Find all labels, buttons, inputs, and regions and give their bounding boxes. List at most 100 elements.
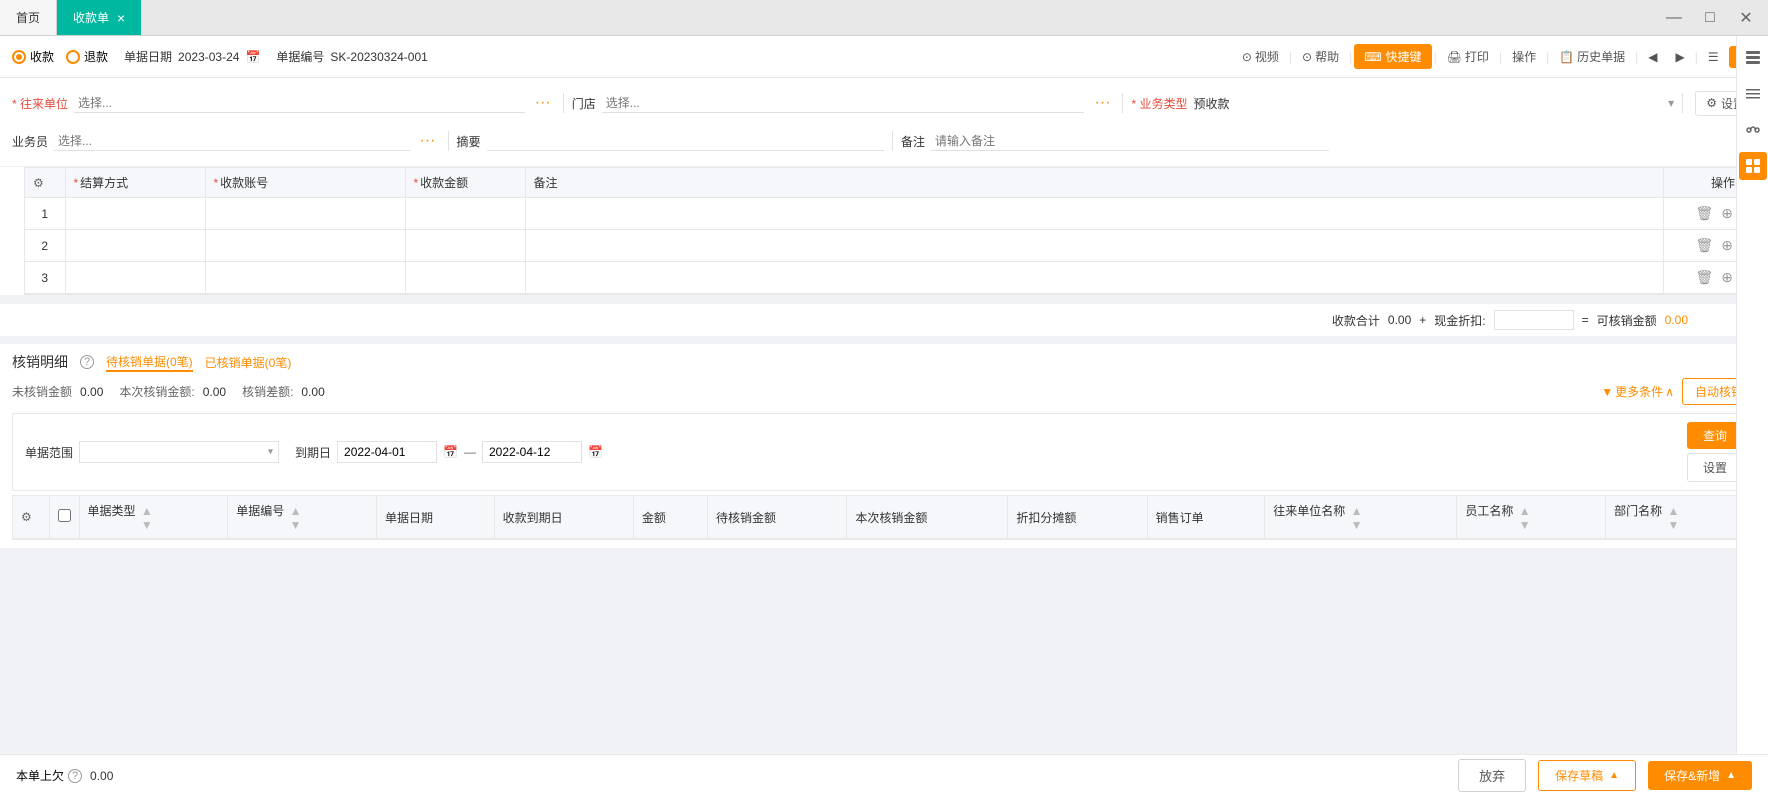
row-delete-icon-1[interactable]: 🗑 [1693, 203, 1715, 224]
remark-input[interactable] [931, 132, 1328, 151]
staff-more-icon[interactable]: ··· [416, 132, 440, 150]
row-remark-3[interactable] [525, 262, 1663, 294]
list-view-button[interactable]: ☰ [1700, 46, 1727, 68]
keyboard-icon: ⌨ [1364, 50, 1381, 64]
save-new-button[interactable]: 保存&新增 ▲ [1648, 761, 1752, 790]
due-date-field: 到期日 📅 — 📅 [295, 441, 603, 463]
row-copy-icon-2[interactable]: ⊕ [1719, 235, 1735, 256]
operate-button[interactable]: 操作 [1504, 44, 1544, 69]
bottom-bar: 本单上欠 ? 0.00 放弃 保存草稿 ▲ 保存&新增 ▲ [0, 754, 1768, 796]
hx-tab-pending[interactable]: 待核销单据(0笔) [106, 353, 193, 372]
shop-field: 门店 ··· [572, 91, 1115, 116]
shortcuts-button[interactable]: ⌨ 快捷键 [1354, 44, 1431, 69]
row-amount-2[interactable] [405, 230, 525, 262]
save-draft-arrow-icon[interactable]: ▲ [1609, 770, 1619, 781]
row-amount-3[interactable] [405, 262, 525, 294]
row-settle-1[interactable] [65, 198, 205, 230]
doc-range-select[interactable] [79, 441, 279, 463]
calendar-icon[interactable]: 📅 [245, 50, 260, 64]
tab-close-icon[interactable]: × [117, 10, 125, 26]
remark-label: 备注 [901, 133, 925, 150]
row-amount-1[interactable] [405, 198, 525, 230]
sidebar-icon-1[interactable] [1739, 44, 1767, 72]
counterpart-more-icon[interactable]: ··· [531, 94, 555, 112]
radio-refund[interactable]: 退款 [66, 48, 108, 65]
sidebar-icon-3[interactable] [1739, 116, 1767, 144]
more-conditions-button[interactable]: ▼ 更多条件 ∧ [1601, 383, 1674, 400]
minimize-button[interactable]: — [1660, 4, 1688, 32]
sidebar-icon-2[interactable] [1739, 80, 1767, 108]
col-action-header: 操作 [1663, 168, 1743, 198]
plus-icon: + [1419, 313, 1426, 327]
bottom-info-icon[interactable]: ? [68, 769, 82, 783]
sidebar-icon-4[interactable] [1739, 152, 1767, 180]
radio-receipt-label: 收款 [30, 48, 54, 65]
nav-right-button[interactable]: ▶ [1668, 46, 1693, 68]
col-pending-header: 待核销金额 [708, 496, 847, 539]
save-new-arrow-icon[interactable]: ▲ [1726, 770, 1736, 781]
counterpart-field: * 往来单位 ··· [12, 91, 555, 116]
bottom-value: 0.00 [90, 769, 113, 783]
col-type-header: 单据类型 ▲▼ [79, 496, 228, 539]
detail-settings-button[interactable]: 设置 [1687, 453, 1743, 482]
home-tab-label: 首页 [16, 9, 40, 26]
row-account-1[interactable] [205, 198, 405, 230]
calendar-to-icon[interactable]: 📅 [588, 445, 603, 459]
summary-input[interactable] [487, 132, 884, 151]
nav-left-button[interactable]: ◀ [1640, 46, 1665, 68]
staff-label: 业务员 [12, 133, 48, 150]
row-copy-icon-1[interactable]: ⊕ [1719, 203, 1735, 224]
current-verify-amount: 本次核销金额: 0.00 [119, 383, 226, 400]
table-row: 2 🗑 ⊕ [25, 230, 1743, 262]
summary-label: 摘要 [457, 133, 481, 150]
row-copy-icon-3[interactable]: ⊕ [1719, 267, 1735, 288]
staff-field: 业务员 ··· [12, 129, 440, 154]
shop-more-icon[interactable]: ··· [1090, 94, 1114, 112]
staff-input[interactable] [54, 132, 410, 151]
discount-input[interactable] [1494, 310, 1574, 330]
counterpart-input[interactable] [74, 94, 525, 113]
col-current-header: 本次核销金额 [847, 496, 1008, 539]
hx-info-icon[interactable]: ? [80, 355, 94, 369]
bottom-label: 本单上欠 [16, 767, 64, 784]
date-from-input[interactable] [337, 441, 437, 463]
table-row: 3 🗑 ⊕ [25, 262, 1743, 294]
filter-icon: ▼ [1601, 385, 1613, 399]
video-button[interactable]: ⊙ 视频 [1234, 44, 1287, 69]
row-remark-1[interactable] [525, 198, 1663, 230]
query-button[interactable]: 查询 [1687, 422, 1743, 449]
col-order-header: 销售订单 [1147, 496, 1265, 539]
tab-receipt[interactable]: 收款单 × [57, 0, 141, 35]
select-all-checkbox[interactable] [58, 509, 71, 522]
biz-type-field: * 业务类型 预收款 ▾ [1131, 92, 1674, 115]
counterpart-label: * 往来单位 [12, 95, 68, 112]
help-button[interactable]: ⊙ 帮助 [1294, 44, 1347, 69]
history-button[interactable]: 📋 历史单据 [1551, 44, 1633, 69]
row-account-2[interactable] [205, 230, 405, 262]
abandon-button[interactable]: 放弃 [1458, 759, 1526, 792]
close-button[interactable]: ✕ [1732, 4, 1760, 32]
maximize-button[interactable]: □ [1696, 4, 1724, 32]
print-button[interactable]: 🖨 打印 [1439, 44, 1497, 69]
row-delete-icon-2[interactable]: 🗑 [1693, 235, 1715, 256]
biz-type-dropdown-icon[interactable]: ▾ [1668, 96, 1674, 110]
radio-receipt[interactable]: 收款 [12, 48, 54, 65]
calendar-from-icon[interactable]: 📅 [443, 445, 458, 459]
radio-receipt-dot [12, 50, 26, 64]
row-settle-3[interactable] [65, 262, 205, 294]
tab-home[interactable]: 首页 [0, 0, 57, 35]
table-settings-icon[interactable]: ⚙ [33, 176, 44, 190]
section-divider [0, 336, 1768, 344]
row-delete-icon-3[interactable]: 🗑 [1693, 267, 1715, 288]
detail-settings-icon[interactable]: ⚙ [21, 510, 32, 524]
save-draft-button[interactable]: 保存草稿 ▲ [1538, 760, 1636, 791]
unverified-amount: 未核销金额 0.00 [12, 383, 103, 400]
row-account-3[interactable] [205, 262, 405, 294]
row-remark-2[interactable] [525, 230, 1663, 262]
right-sidebar [1736, 36, 1768, 754]
date-value: 2023-03-24 [178, 50, 239, 64]
shop-input[interactable] [602, 94, 1085, 113]
row-settle-2[interactable] [65, 230, 205, 262]
date-to-input[interactable] [482, 441, 582, 463]
hx-tab-done[interactable]: 已核销单据(0笔) [205, 354, 292, 371]
